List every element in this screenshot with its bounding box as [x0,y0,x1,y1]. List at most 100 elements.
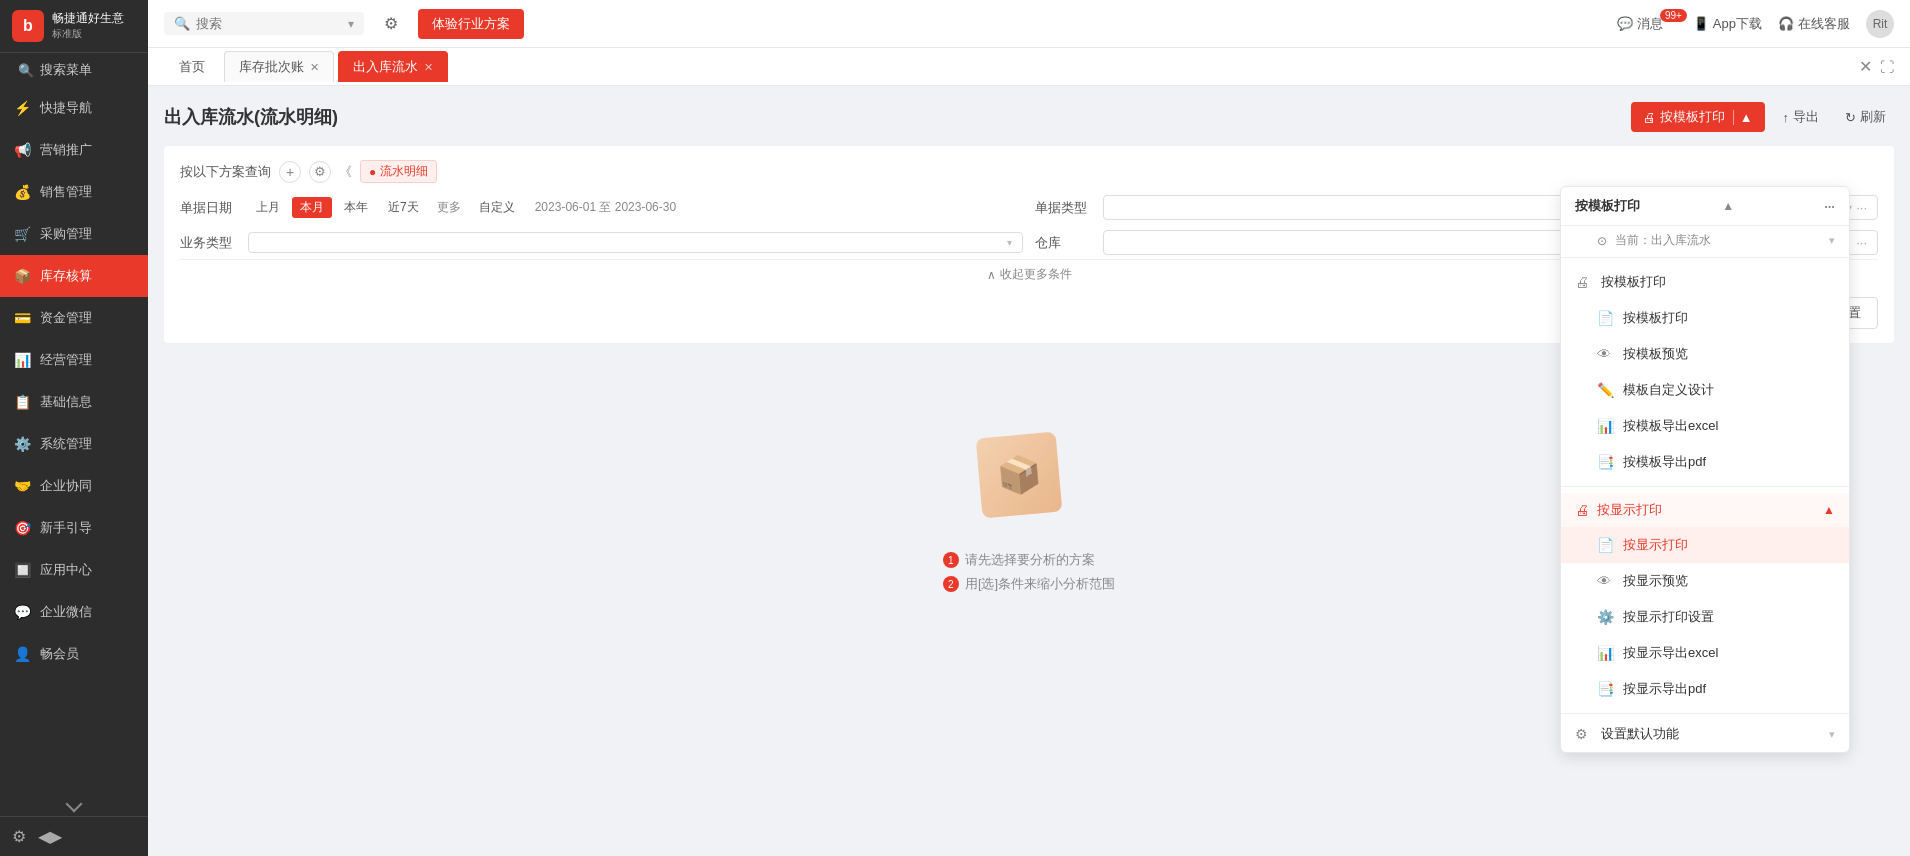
tab-home[interactable]: 首页 [164,51,220,82]
template-print-item[interactable]: 📄 按模板打印 [1561,300,1849,336]
printer-icon: 🖨 [1575,274,1591,290]
doc-print-icon: 📄 [1597,310,1613,326]
display-printer-icon: 🖨 [1575,502,1589,518]
user-avatar[interactable]: Rit [1866,10,1894,38]
display-excel-icon: 📊 [1597,645,1613,661]
template-custom-item[interactable]: ✏️ 模板自定义设计 [1561,372,1849,408]
print-dropdown-panel: 按模板打印 ▲ ··· ⊙ 当前：出入库流水 ▾ 🖨 按模板打印 [1560,186,1850,753]
sidebar-item-finance[interactable]: 💳 资金管理 [0,297,148,339]
date-opt-more[interactable]: 更多 [431,197,467,218]
display-print-item[interactable]: 📄 按显示打印 [1561,527,1849,563]
export-btn[interactable]: ↑ 导出 [1775,104,1828,130]
purchase-icon: 🛒 [12,224,32,244]
sidebar: b 畅捷通好生意 标准版 🔍 搜索菜单 ⚡ 快捷导航 📢 营销推广 💰 销售管理… [0,0,148,856]
date-opt-last-7-days[interactable]: 近7天 [380,197,427,218]
empty-tips-list: 1 请先选择要分析的方案 2 用[选]条件来缩小分析范围 [943,551,1115,599]
sidebar-item-apps[interactable]: 🔲 应用中心 [0,549,148,591]
online-service-btn[interactable]: 🎧 在线客服 [1778,15,1850,33]
app-download-icon: 📱 [1693,16,1709,31]
warehouse-more-icon[interactable]: ··· [1856,235,1867,250]
sidebar-item-member[interactable]: 👤 畅会员 [0,633,148,675]
topbar-search-wrap[interactable]: 🔍 ▾ [164,12,364,35]
template-export-pdf-item[interactable]: 📑 按模板导出pdf [1561,444,1849,480]
dropdown-panel-title: 按模板打印 [1575,197,1640,215]
filter-tag-item: ● 流水明细 [360,160,437,183]
print-dropdown-arrow[interactable]: ▲ [1733,110,1753,125]
message-btn[interactable]: 💬 消息 99+ [1617,15,1677,33]
tab-batch-account-close[interactable]: ✕ [310,61,319,74]
trial-btn[interactable]: 体验行业方案 [418,9,524,39]
main-area: 🔍 ▾ ⚙ 体验行业方案 💬 消息 99+ 📱 App下载 🎧 在线客服 Rit [148,0,1910,856]
system-icon: ⚙️ [12,434,32,454]
display-print-section: 🖨 按显示打印 ▲ 📄 按显示打印 👁 按显示预览 ⚙️ 按显示打印设 [1561,489,1849,711]
operation-icon: 📊 [12,350,32,370]
sidebar-item-operation[interactable]: 📊 经营管理 [0,339,148,381]
tab-batch-account[interactable]: 库存批次账 ✕ [224,51,334,82]
date-opt-this-month[interactable]: 本月 [292,197,332,218]
date-opt-this-year[interactable]: 本年 [336,197,376,218]
tab-in-out-flow[interactable]: 出入库流水 ✕ [338,51,448,82]
app-logo: b 畅捷通好生意 标准版 [0,0,148,53]
dropdown-more-btn[interactable]: ··· [1824,199,1835,214]
topbar-search-input[interactable] [196,16,342,31]
filter-date-range: 2023-06-01 至 2023-06-30 [535,199,676,216]
refresh-btn[interactable]: ↻ 刷新 [1837,104,1894,130]
filter-biz-type-input[interactable]: ▾ [248,232,1023,253]
sidebar-item-label: 畅会员 [40,645,136,663]
dropdown-close-arrow[interactable]: ▲ [1722,199,1734,213]
sidebar-collapse-icon[interactable]: ◀▶ [38,827,62,846]
sidebar-item-guide[interactable]: 🎯 新手引导 [0,507,148,549]
tab-in-out-flow-close[interactable]: ✕ [424,61,433,74]
settings-icon[interactable]: ⚙ [12,827,26,846]
filter-add-button[interactable]: + [279,161,301,183]
filter-settings-button[interactable]: ⚙ [309,161,331,183]
sidebar-item-inventory[interactable]: 📦 库存核算 [0,255,148,297]
sidebar-item-label: 经营管理 [40,351,136,369]
filter-header: 按以下方案查询 + ⚙ 《 ● 流水明细 [180,160,1878,183]
app-download-btn[interactable]: 📱 App下载 [1693,15,1762,33]
topbar-gear-button[interactable]: ⚙ [376,9,406,39]
sidebar-item-corp[interactable]: 🤝 企业协同 [0,465,148,507]
sidebar-item-quick-nav[interactable]: ⚡ 快捷导航 [0,87,148,129]
dropdown-sep-2 [1561,486,1849,487]
main-body: 出入库流水(流水明细) 🖨 按模板打印 ▲ ↑ 导出 ↻ 刷新 [148,86,1910,856]
current-icon: ⊙ [1597,234,1607,248]
sidebar-item-purchase[interactable]: 🛒 采购管理 [0,213,148,255]
logo-icon: b [12,10,44,42]
display-print-section-header[interactable]: 🖨 按显示打印 ▲ [1561,493,1849,527]
date-opt-last-month[interactable]: 上月 [248,197,288,218]
sidebar-item-marketing[interactable]: 📢 营销推广 [0,129,148,171]
display-print-settings-item[interactable]: ⚙️ 按显示打印设置 [1561,599,1849,635]
filter-date-field: 单据日期 上月 本月 本年 近7天 更多 自定义 2023-06-01 至 20… [180,195,1023,220]
display-print-section-label: 按显示打印 [1597,501,1823,519]
print-template-btn[interactable]: 🖨 按模板打印 ▲ [1631,102,1765,132]
sidebar-item-wechat[interactable]: 💬 企业微信 [0,591,148,633]
display-export-pdf-item[interactable]: 📑 按显示导出pdf [1561,671,1849,707]
topbar-dropdown-arrow[interactable]: ▾ [348,17,354,31]
filter-collapse-button[interactable]: 《 [339,163,352,181]
sidebar-item-label: 采购管理 [40,225,136,243]
set-default-item[interactable]: ⚙ 设置默认功能 ▾ [1561,716,1849,752]
more-options-icon[interactable]: ··· [1856,200,1867,215]
sidebar-item-basic[interactable]: 📋 基础信息 [0,381,148,423]
tab-expand[interactable]: ⛶ [1880,59,1894,75]
display-preview-icon: 👁 [1597,573,1613,589]
sidebar-item-sales[interactable]: 💰 销售管理 [0,171,148,213]
message-label: 消息 [1637,15,1663,33]
current-label: 当前：出入库流水 [1615,232,1711,249]
date-opt-custom[interactable]: 自定义 [471,197,523,218]
sidebar-item-label: 销售管理 [40,183,136,201]
sidebar-item-system[interactable]: ⚙️ 系统管理 [0,423,148,465]
filter-biz-type-field: 业务类型 ▾ [180,230,1023,255]
preview-icon: 👁 [1597,346,1613,362]
template-export-excel-item[interactable]: 📊 按模板导出excel [1561,408,1849,444]
template-print-header-item[interactable]: 🖨 按模板打印 [1561,264,1849,300]
tab-close-all[interactable]: ✕ [1859,57,1872,76]
display-export-excel-item[interactable]: 📊 按显示导出excel [1561,635,1849,671]
template-preview-item[interactable]: 👁 按模板预览 [1561,336,1849,372]
search-menu-item[interactable]: 🔍 搜索菜单 [0,53,148,87]
tab-home-label: 首页 [179,58,205,76]
display-preview-item[interactable]: 👁 按显示预览 [1561,563,1849,599]
sidebar-scroll-down[interactable] [0,792,148,816]
print-icon: 🖨 [1643,110,1656,125]
